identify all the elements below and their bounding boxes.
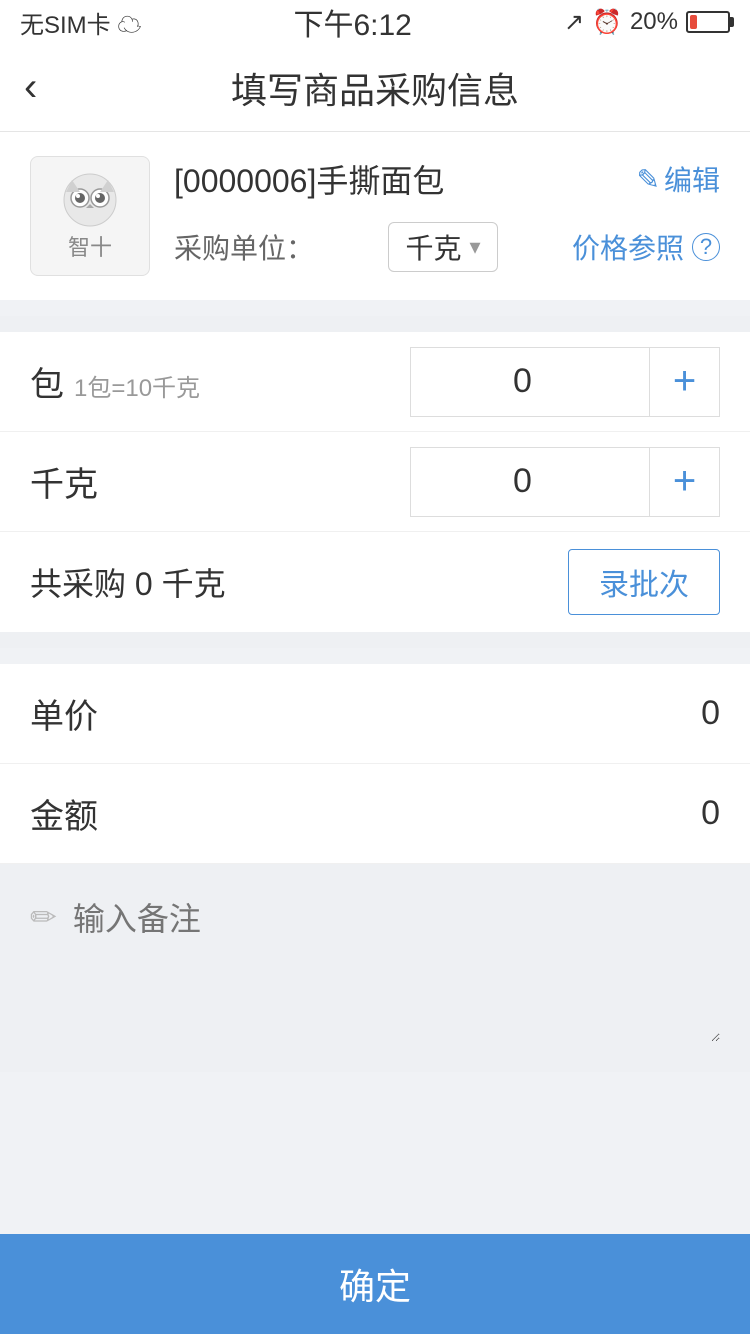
kg-input-row: 千克 +: [0, 432, 750, 532]
unit-select[interactable]: 千克 ▾: [388, 222, 497, 272]
page-header: ‹ 填写商品采购信息: [0, 44, 750, 132]
logo-text: 智十: [68, 230, 112, 262]
alarm-icon: ⏰: [592, 8, 622, 37]
bag-input[interactable]: [410, 347, 650, 417]
bag-label: 包 1包=10千克: [30, 357, 200, 406]
confirm-button[interactable]: 确定: [0, 1234, 750, 1334]
product-name: [0000006]手撕面包: [174, 156, 444, 202]
notes-section: ✏: [0, 864, 750, 1072]
price-section: 单价 0 金额 0: [0, 664, 750, 864]
edit-label: 编辑: [664, 159, 720, 199]
status-left: 无SIM卡 ☁: [20, 5, 141, 40]
amount-row: 金额 0: [0, 764, 750, 864]
unit-price-value: 0: [701, 694, 720, 733]
batch-button[interactable]: 录批次: [568, 549, 720, 615]
product-card: 智十 [0000006]手撕面包 ✎ 编辑 采购单位： 千克 ▾ 价格参照 ?: [0, 132, 750, 300]
unit-row: 采购单位： 千克 ▾ 价格参照 ?: [174, 222, 720, 272]
battery-percent: 20%: [630, 8, 678, 36]
product-info: [0000006]手撕面包 ✎ 编辑 采购单位： 千克 ▾ 价格参照 ?: [174, 156, 720, 272]
edit-button[interactable]: ✎ 编辑: [637, 159, 720, 199]
kg-input[interactable]: [410, 447, 650, 517]
kg-label: 千克: [30, 457, 98, 506]
status-right: ↗ ⏰ 20%: [564, 8, 730, 37]
owl-icon: [60, 170, 120, 230]
product-image: 智十: [30, 156, 150, 276]
notes-input[interactable]: [73, 894, 720, 1042]
kg-controls: +: [410, 447, 720, 517]
bag-sublabel: 1包=10千克: [74, 368, 200, 403]
product-logo: 智十: [60, 170, 120, 262]
summary-text: 共采购 0 千克: [30, 559, 226, 605]
amount-value: 0: [701, 794, 720, 833]
bag-controls: +: [410, 347, 720, 417]
unit-value: 千克: [405, 227, 461, 267]
pencil-icon: ✏: [30, 898, 57, 936]
unit-price-row: 单价 0: [0, 664, 750, 764]
page-title: 填写商品采购信息: [231, 62, 519, 114]
section-divider-1: [0, 316, 750, 332]
summary-row: 共采购 0 千克 录批次: [0, 532, 750, 632]
no-sim-text: 无SIM卡 ☁: [20, 5, 141, 40]
status-bar: 无SIM卡 ☁ 下午6:12 ↗ ⏰ 20%: [0, 0, 750, 44]
unit-label: 采购单位：: [174, 227, 314, 267]
back-button[interactable]: ‹: [24, 65, 37, 110]
input-section: 包 1包=10千克 + 千克 +: [0, 332, 750, 532]
bag-input-row: 包 1包=10千克 +: [0, 332, 750, 432]
location-icon: ↗: [564, 8, 584, 37]
price-ref-label: 价格参照: [572, 227, 684, 267]
status-time: 下午6:12: [293, 0, 411, 44]
product-name-row: [0000006]手撕面包 ✎ 编辑: [174, 156, 720, 202]
info-icon: ?: [692, 233, 720, 261]
amount-label: 金额: [30, 789, 98, 838]
edit-icon: ✎: [637, 163, 660, 196]
battery-icon: [686, 11, 730, 33]
section-divider-2: [0, 632, 750, 648]
chevron-down-icon: ▾: [469, 234, 480, 260]
price-reference-button[interactable]: 价格参照 ?: [572, 227, 720, 267]
bag-plus-button[interactable]: +: [650, 347, 720, 417]
unit-price-label: 单价: [30, 689, 98, 738]
kg-plus-button[interactable]: +: [650, 447, 720, 517]
bottom-padding: [0, 1072, 750, 1172]
